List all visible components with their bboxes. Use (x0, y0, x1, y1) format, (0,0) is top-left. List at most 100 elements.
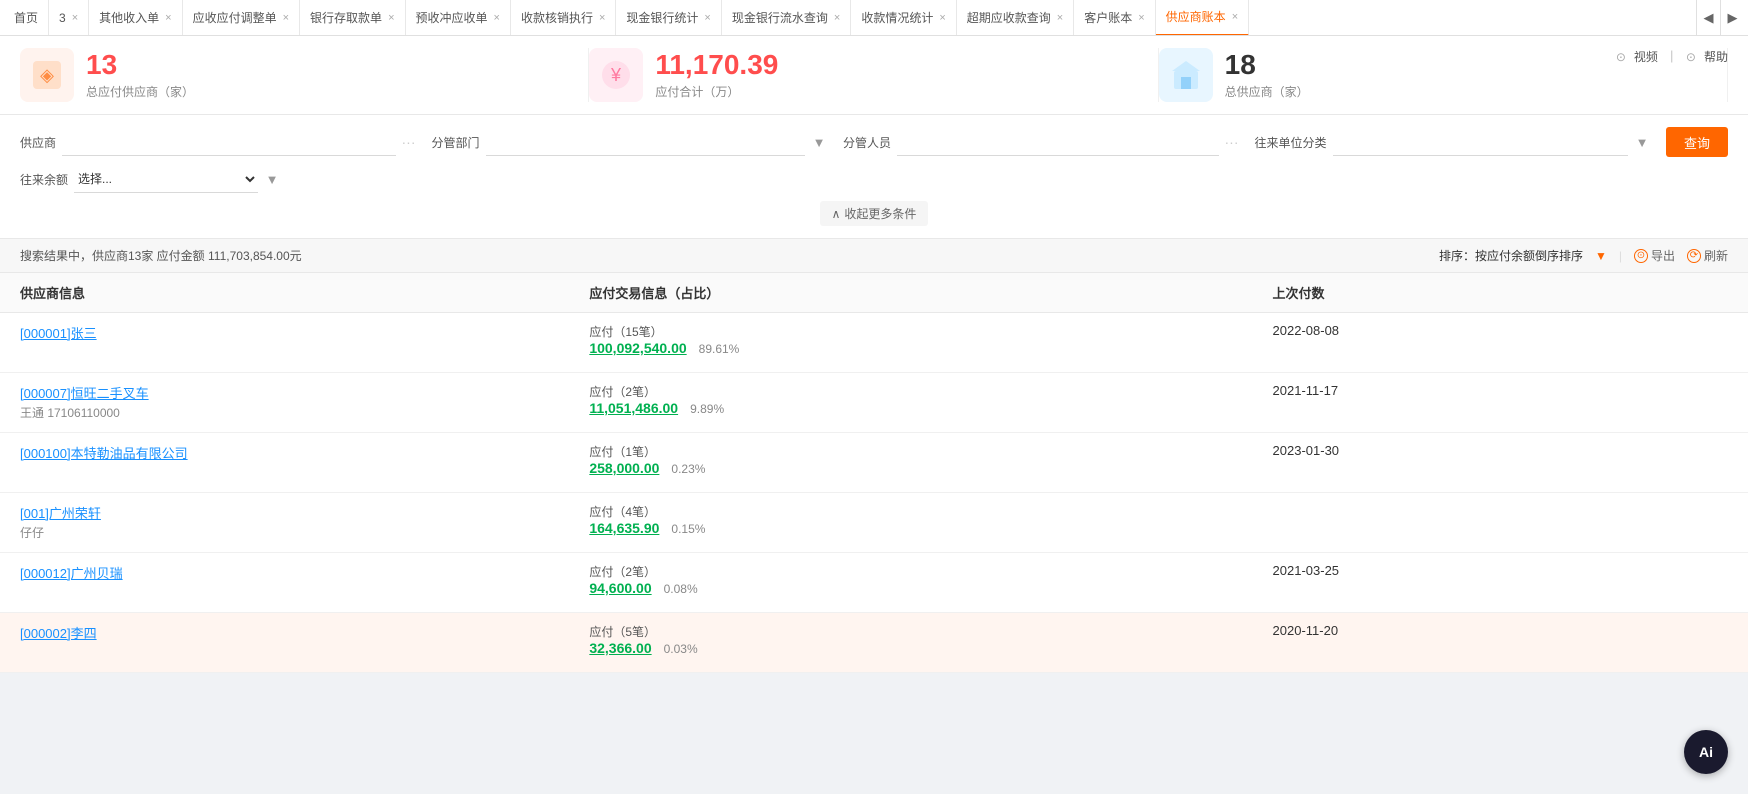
filter-balance-label: 往来余额 (20, 171, 68, 188)
transaction-cell: 应付（1笔） 258,000.00 0.23% (589, 443, 1272, 476)
category-dropdown-icon[interactable]: ▼ (1634, 134, 1650, 150)
export-action[interactable]: ⊙ 导出 (1634, 247, 1675, 264)
nav-tab-adjustment[interactable]: 应收应付调整单 × (183, 0, 300, 36)
supplier-cell: [001]广州荣轩 仔仔 (20, 503, 589, 541)
person-dots-icon[interactable]: ··· (1225, 134, 1239, 150)
nav-tab-overdue[interactable]: 超期应收款查询 × (957, 0, 1074, 36)
table-row: [000002]李四 应付（5笔） 32,366.00 0.03% 2020-1… (0, 613, 1748, 673)
nav-tab-payment[interactable]: 收款核销执行 × (511, 0, 616, 36)
nav-tab-3[interactable]: 3 × (49, 0, 89, 36)
close-icon[interactable]: × (283, 12, 289, 24)
nav-tab-cash-stat[interactable]: 现金银行统计 × (616, 0, 721, 36)
trans-amount-link[interactable]: 258,000.00 (589, 460, 659, 476)
trans-row: 32,366.00 0.03% (589, 640, 1272, 656)
nav-tab-bank[interactable]: 银行存取款单 × (300, 0, 405, 36)
close-icon[interactable]: × (704, 12, 710, 24)
last-pay-date: 2021-11-17 (1273, 383, 1339, 398)
table-header: 供应商信息 应付交易信息（占比） 上次付数 (0, 273, 1748, 313)
balance-dropdown-icon[interactable]: ▼ (264, 171, 280, 187)
sort-dropdown-icon[interactable]: ▼ (1595, 249, 1607, 263)
tab-label: 收款核销执行 (521, 9, 593, 26)
close-icon[interactable]: × (1057, 12, 1063, 24)
nav-tab-receipt-stat[interactable]: 收款情况统计 × (851, 0, 956, 36)
close-icon[interactable]: × (834, 12, 840, 24)
lastpay-cell: 2020-11-20 (1273, 623, 1728, 638)
dept-dropdown-icon[interactable]: ▼ (811, 134, 827, 150)
person-input[interactable] (897, 128, 1218, 156)
result-bar: 搜索结果中，供应商13家 应付金额 111,703,854.00元 排序：按应付… (0, 239, 1748, 273)
lastpay-cell: 2022-08-08 (1273, 323, 1728, 338)
nav-next-arrow[interactable]: ▶ (1720, 0, 1744, 36)
trans-amount-link[interactable]: 32,366.00 (589, 640, 651, 656)
filter-category: 往来单位分类 ▼ (1255, 128, 1651, 156)
svg-text:¥: ¥ (610, 65, 622, 85)
close-icon[interactable]: × (1232, 11, 1238, 23)
tab-label: 3 (59, 11, 66, 25)
supplier-input[interactable] (62, 128, 395, 156)
refresh-action[interactable]: ⟳ 刷新 (1687, 247, 1728, 264)
help-link[interactable]: 帮助 (1704, 48, 1728, 65)
transaction-cell: 应付（2笔） 11,051,486.00 9.89% (589, 383, 1272, 416)
close-icon[interactable]: × (388, 12, 394, 24)
close-icon[interactable]: × (72, 12, 78, 24)
supplier-link[interactable]: [000001]张三 (20, 326, 97, 341)
trans-amount-link[interactable]: 164,635.90 (589, 520, 659, 536)
stat-icon-payable: ¥ (589, 48, 643, 102)
supplier-link[interactable]: [000007]恒旺二手叉车 (20, 386, 149, 401)
filter-person-label: 分管人员 (843, 134, 891, 151)
nav-tab-supplier-ledger[interactable]: 供应商账本 × (1156, 0, 1249, 36)
refresh-label: 刷新 (1704, 247, 1728, 264)
supplier-cell: [000100]本特勒油品有限公司 (20, 443, 589, 462)
collapse-button[interactable]: ∧ 收起更多条件 (820, 201, 929, 226)
trans-amount-link[interactable]: 100,092,540.00 (589, 340, 686, 356)
chevron-up-icon: ∧ (832, 207, 841, 221)
trans-pct: 89.61% (699, 342, 740, 356)
close-icon[interactable]: × (599, 12, 605, 24)
nav-prev-arrow[interactable]: ◀ (1696, 0, 1720, 36)
filter-bar: 供应商 ··· 分管部门 ▼ 分管人员 ··· 往来单位分类 ▼ 查询 往来余额… (0, 115, 1748, 239)
nav-tab-other-income[interactable]: 其他收入单 × (89, 0, 182, 36)
circle-icon: ⊙ (1616, 50, 1626, 64)
category-input[interactable] (1333, 128, 1628, 156)
nav-tab-cash-flow[interactable]: 现金银行流水查询 × (722, 0, 851, 36)
close-icon[interactable]: × (494, 12, 500, 24)
transaction-cell: 应付（4笔） 164,635.90 0.15% (589, 503, 1272, 536)
supplier-link[interactable]: [000002]李四 (20, 626, 97, 641)
trans-row: 94,600.00 0.08% (589, 580, 1272, 596)
trans-row: 100,092,540.00 89.61% (589, 340, 1272, 356)
close-icon[interactable]: × (165, 12, 171, 24)
transaction-cell: 应付（5笔） 32,366.00 0.03% (589, 623, 1272, 656)
supplier-link[interactable]: [001]广州荣轩 (20, 506, 101, 521)
filter-supplier-label: 供应商 (20, 134, 56, 151)
filter-category-label: 往来单位分类 (1255, 134, 1327, 151)
nav-tab-home[interactable]: 首页 (4, 0, 49, 36)
sort-label: 排序：按应付余额倒序排序 (1439, 247, 1583, 264)
query-button[interactable]: 查询 (1666, 127, 1728, 157)
trans-row: 164,635.90 0.15% (589, 520, 1272, 536)
balance-select[interactable]: 选择... (74, 165, 258, 193)
supplier-cell: [000007]恒旺二手叉车 王通 17106110000 (20, 383, 589, 421)
dept-input[interactable] (486, 128, 805, 156)
filter-balance: 往来余额 选择... ▼ (20, 165, 280, 193)
tab-label: 现金银行统计 (626, 9, 698, 26)
table-row: [000100]本特勒油品有限公司 应付（1笔） 258,000.00 0.23… (0, 433, 1748, 493)
trans-label: 应付（5笔） (589, 623, 1272, 640)
svg-text:◈: ◈ (40, 65, 54, 85)
stat-number-suppliers: 13 (86, 50, 194, 81)
ai-badge[interactable]: Ai (1684, 730, 1728, 774)
nav-tab-customer-ledger[interactable]: 客户账本 × (1074, 0, 1155, 36)
close-icon[interactable]: × (939, 12, 945, 24)
trans-amount-link[interactable]: 11,051,486.00 (589, 400, 678, 416)
tab-label: 客户账本 (1084, 9, 1132, 26)
nav-tab-advance[interactable]: 预收冲应收单 × (406, 0, 511, 36)
refresh-dot-icon: ⟳ (1687, 249, 1701, 263)
video-link[interactable]: 视频 (1634, 48, 1658, 65)
supplier-dots-icon[interactable]: ··· (402, 134, 416, 150)
trans-pct: 9.89% (690, 402, 724, 416)
filter-supplier: 供应商 ··· (20, 128, 416, 156)
supplier-link[interactable]: [000100]本特勒油品有限公司 (20, 446, 188, 461)
supplier-link[interactable]: [000012]广州贝瑞 (20, 566, 123, 581)
close-icon[interactable]: × (1138, 12, 1144, 24)
stat-label-suppliers: 总应付供应商（家） (86, 83, 194, 100)
trans-amount-link[interactable]: 94,600.00 (589, 580, 651, 596)
